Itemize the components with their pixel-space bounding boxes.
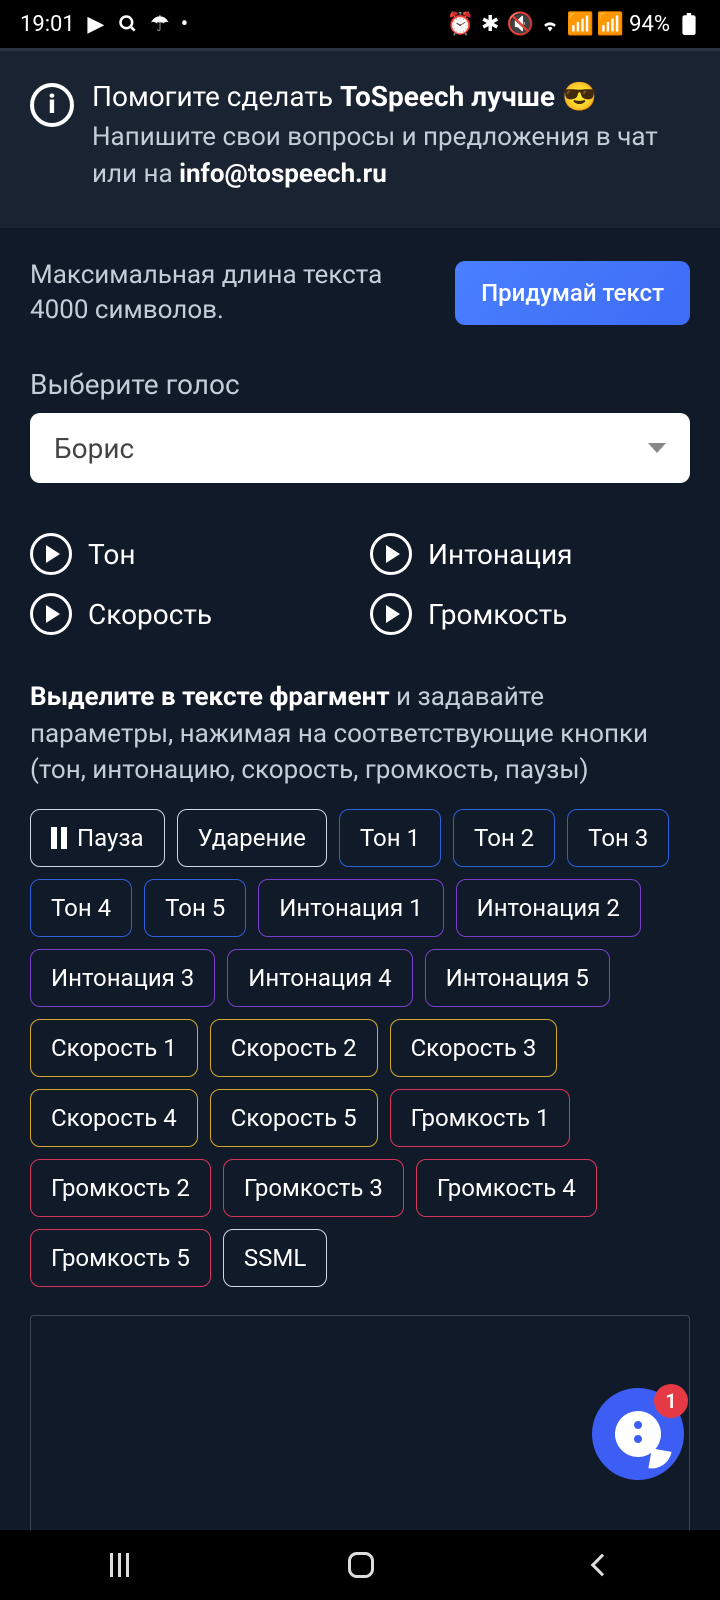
chip-интонация-4[interactable]: Интонация 4 [227,949,412,1007]
status-bar: 19:01 ▶ ☂ • ⏰ ✱ 🔇 📶 📶 94% [0,0,720,48]
youtube-icon: ▶ [85,13,107,35]
text-input[interactable] [30,1315,690,1555]
chip-громкость-5[interactable]: Громкость 5 [30,1229,211,1287]
chip-громкость-4[interactable]: Громкость 4 [416,1159,597,1217]
chat-badge: 1 [654,1384,688,1418]
chip-тон-5[interactable]: Тон 5 [144,879,246,937]
voice-selected: Борис [54,432,134,465]
signal-icon-2: 📶 [599,13,621,35]
preview-intonation[interactable]: Интонация [370,533,690,575]
chip-ssml[interactable]: SSML [223,1229,327,1287]
mute-icon: 🔇 [509,13,531,35]
battery-icon [678,13,700,35]
voice-label: Выберите голос [30,368,690,401]
chat-button[interactable]: 1 [592,1388,684,1480]
chip-скорость-3[interactable]: Скорость 3 [390,1019,558,1077]
play-icon [370,533,412,575]
main-panel: Максимальная длина текста 4000 символов.… [0,228,720,1584]
chip-тон-1[interactable]: Тон 1 [339,809,441,867]
wifi-icon [539,13,561,35]
search-icon [117,13,139,35]
info-banner: i Помогите сделать ToSpeech лучше 😎 Напи… [0,51,720,228]
chip-скорость-4[interactable]: Скорость 4 [30,1089,198,1147]
max-length-text: Максимальная длина текста 4000 символов. [30,258,435,328]
chip-скорость-2[interactable]: Скорость 2 [210,1019,378,1077]
chip-тон-2[interactable]: Тон 2 [453,809,555,867]
preview-tone[interactable]: Тон [30,533,350,575]
chip-громкость-1[interactable]: Громкость 1 [390,1089,571,1147]
battery-percent: 94% [629,12,670,37]
chip-тон-3[interactable]: Тон 3 [567,809,669,867]
chip-container: ПаузаУдарениеТон 1Тон 2Тон 3Тон 4Тон 5Ин… [30,809,690,1287]
dot-icon: • [181,12,188,37]
preview-volume[interactable]: Громкость [370,593,690,635]
chip-интонация-5[interactable]: Интонация 5 [425,949,610,1007]
chip-интонация-2[interactable]: Интонация 2 [456,879,641,937]
nav-recent-button[interactable] [110,1553,129,1577]
signal-icon: 📶 [569,13,591,35]
chip-скорость-5[interactable]: Скорость 5 [210,1089,378,1147]
bluetooth-icon: ✱ [479,13,501,35]
info-icon: i [30,83,74,127]
status-time: 19:01 [20,12,75,37]
pause-icon [51,827,67,849]
chip-громкость-3[interactable]: Громкость 3 [223,1159,404,1217]
nav-bar [0,1530,720,1600]
chevron-down-icon [648,443,666,453]
play-icon [30,533,72,575]
play-icon [370,593,412,635]
preview-speed[interactable]: Скорость [30,593,350,635]
banner-title: Помогите сделать ToSpeech лучше 😎 [92,79,690,115]
voice-select[interactable]: Борис [30,413,690,483]
nav-home-button[interactable] [348,1552,374,1578]
instructions: Выделите в тексте фрагмент и задавайте п… [30,679,690,788]
nav-back-button[interactable] [591,1554,614,1577]
generate-text-button[interactable]: Придумай текст [455,261,690,325]
chip-ударение[interactable]: Ударение [177,809,327,867]
chip-интонация-3[interactable]: Интонация 3 [30,949,215,1007]
umbrella-icon: ☂ [149,13,171,35]
alarm-icon: ⏰ [449,13,471,35]
banner-subtitle: Напишите свои вопросы и предложения в ча… [92,119,690,192]
chip-громкость-2[interactable]: Громкость 2 [30,1159,211,1217]
chip-интонация-1[interactable]: Интонация 1 [258,879,443,937]
chip-пауза[interactable]: Пауза [30,809,165,867]
play-icon [30,593,72,635]
chip-скорость-1[interactable]: Скорость 1 [30,1019,198,1077]
chip-тон-4[interactable]: Тон 4 [30,879,132,937]
